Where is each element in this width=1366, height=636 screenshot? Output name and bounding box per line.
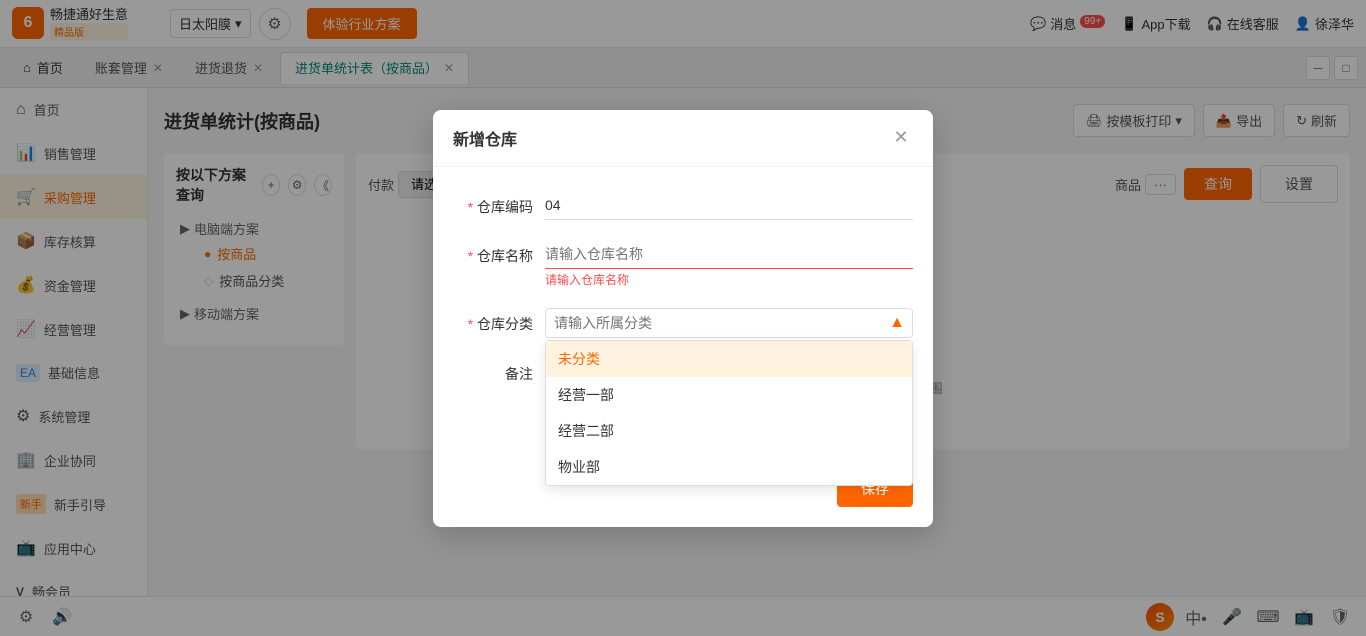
code-row: 仓库编码: [453, 191, 913, 220]
name-error-msg: 请输入仓库名称: [545, 271, 913, 288]
modal-title: 新增仓库: [453, 126, 517, 150]
category-arrow-icon[interactable]: ▲: [889, 314, 905, 332]
dropdown-item-uncategorized[interactable]: 未分类: [546, 341, 912, 377]
notes-label: 备注: [453, 358, 533, 384]
category-input[interactable]: [545, 308, 913, 338]
category-row: 仓库分类 ▲ 未分类 经营一部 经营二部 物业部: [453, 308, 913, 338]
name-label: 仓库名称: [453, 240, 533, 266]
category-label: 仓库分类: [453, 308, 533, 334]
dropdown-item-property[interactable]: 物业部: [546, 449, 912, 485]
code-input[interactable]: [545, 191, 913, 220]
name-input[interactable]: [545, 240, 913, 269]
name-control: 请输入仓库名称: [545, 240, 913, 288]
category-dropdown: 未分类 经营一部 经营二部 物业部: [545, 340, 913, 486]
modal-header: 新增仓库 ✕: [433, 110, 933, 167]
name-row: 仓库名称 请输入仓库名称: [453, 240, 913, 288]
dropdown-item-ops1[interactable]: 经营一部: [546, 377, 912, 413]
modal-close-button[interactable]: ✕: [889, 126, 913, 150]
modal-overlay[interactable]: 新增仓库 ✕ 仓库编码 仓库名称 请输入仓库名称 仓库分类: [0, 0, 1366, 636]
code-control: [545, 191, 913, 220]
category-control: ▲ 未分类 经营一部 经营二部 物业部: [545, 308, 913, 338]
new-warehouse-modal: 新增仓库 ✕ 仓库编码 仓库名称 请输入仓库名称 仓库分类: [433, 110, 933, 527]
code-label: 仓库编码: [453, 191, 533, 217]
dropdown-item-ops2[interactable]: 经营二部: [546, 413, 912, 449]
modal-body: 仓库编码 仓库名称 请输入仓库名称 仓库分类 ▲: [433, 167, 933, 459]
